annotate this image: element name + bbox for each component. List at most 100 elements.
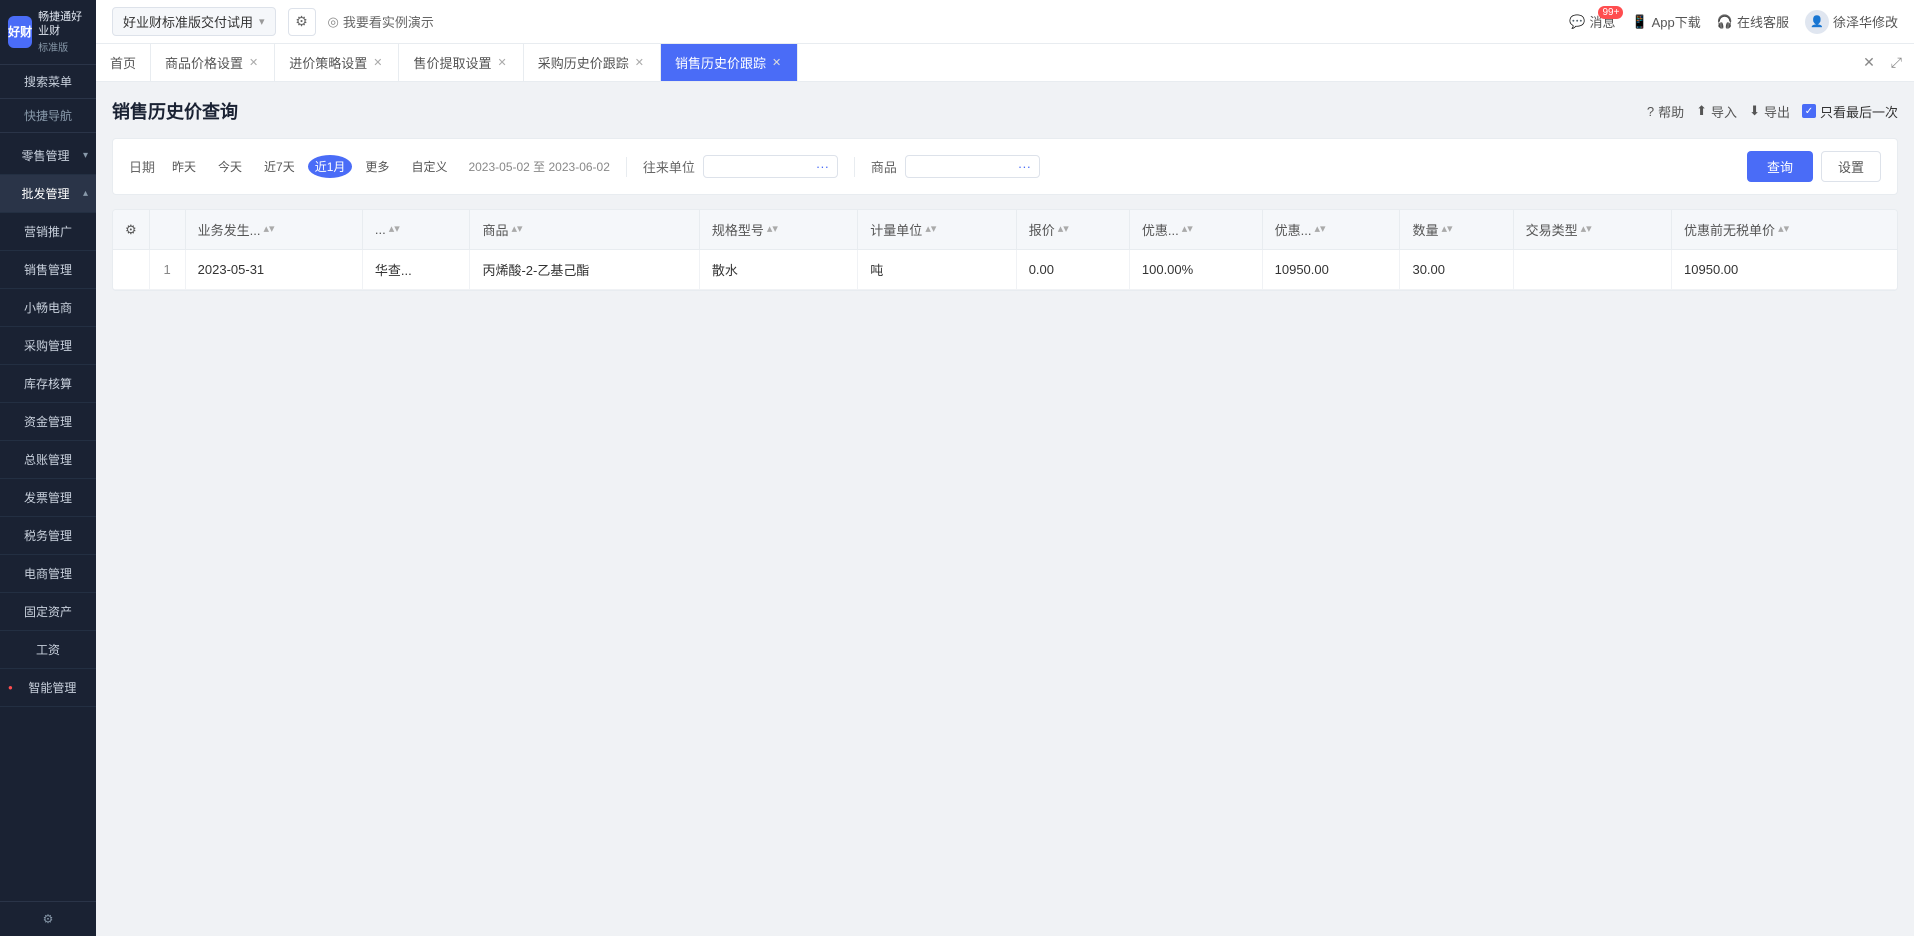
sidebar-logo: 好财 畅捷通好业财 标准版	[0, 0, 96, 65]
sidebar-item-salary[interactable]: 工资	[0, 631, 96, 669]
date-btn-more[interactable]: 更多	[356, 155, 398, 178]
col-pretax-price[interactable]: 优惠前无税单价 ▴▾	[1672, 210, 1897, 250]
row-product: 丙烯酸-2-乙基己酯	[470, 250, 699, 290]
product-more-icon[interactable]: ···	[1018, 159, 1031, 174]
sidebar-item-purchase[interactable]: 采购管理	[0, 327, 96, 365]
sidebar-search[interactable]: 搜索菜单	[0, 65, 96, 99]
settings-button[interactable]: 设置	[1821, 151, 1881, 182]
source-unit-input-wrap: ···	[703, 155, 838, 178]
col-quoted-price[interactable]: 报价 ▴▾	[1016, 210, 1129, 250]
tab-close-icon[interactable]: ✕	[496, 55, 509, 70]
tab-label: 商品价格设置	[165, 53, 243, 72]
tab-sales-history[interactable]: 销售历史价跟踪 ✕	[661, 44, 798, 82]
col-quantity[interactable]: 数量 ▴▾	[1400, 210, 1513, 250]
row-spec: 散水	[699, 250, 857, 290]
tab-close-icon[interactable]: ✕	[633, 55, 646, 70]
sidebar-item-ecommerce-small[interactable]: 小畅电商	[0, 289, 96, 327]
tab-price-settings[interactable]: 商品价格设置 ✕	[151, 44, 275, 82]
table-row[interactable]: 1 2023-05-31 华查... 丙烯酸-2-乙基己酯 散水 吨 0.00 …	[113, 250, 1897, 290]
import-button[interactable]: ⬆ 导入	[1696, 102, 1737, 121]
sidebar-item-assets[interactable]: 固定资产	[0, 593, 96, 631]
col-trade-type[interactable]: 交易类型 ▴▾	[1513, 210, 1671, 250]
date-filter-group: 日期 昨天 今天 近7天 近1月 更多 自定义 2023-05-02 至 202…	[129, 155, 610, 178]
only-last-checkbox[interactable]: ✓ 只看最后一次	[1802, 102, 1898, 121]
sidebar-item-retail[interactable]: 零售管理 ▾	[0, 137, 96, 175]
col-unit[interactable]: 计量单位 ▴▾	[858, 210, 1016, 250]
sidebar-item-tax[interactable]: 税务管理	[0, 517, 96, 555]
sort-icon: ▴▾	[511, 225, 522, 235]
row-trade-type	[1513, 250, 1671, 290]
date-filter-label: 日期	[129, 157, 155, 176]
demo-button[interactable]: ◎ 我要看实例演示	[328, 12, 434, 31]
filter-divider-2	[854, 157, 855, 177]
messages-button[interactable]: 💬 消息 99+	[1569, 12, 1615, 31]
date-btn-custom[interactable]: 自定义	[402, 155, 456, 178]
row-discount2: 10950.00	[1262, 250, 1400, 290]
app-download-label: App下载	[1652, 12, 1701, 31]
source-unit-input[interactable]	[712, 159, 812, 174]
sidebar-item-wholesale[interactable]: 批发管理 ▴	[0, 175, 96, 213]
sort-icon: ▴▾	[1182, 225, 1193, 235]
source-unit-label: 往来单位	[643, 157, 695, 176]
tab-close-icon[interactable]: ✕	[247, 55, 260, 70]
version-selector[interactable]: 好业财标准版交付试用 ▾	[112, 7, 276, 36]
sidebar-item-ecommerce[interactable]: 电商管理	[0, 555, 96, 593]
col-more[interactable]: ... ▴▾	[362, 210, 470, 250]
topbar-settings-icon[interactable]: ⚙	[288, 8, 316, 36]
user-menu[interactable]: 👤 徐泽华修改	[1805, 10, 1898, 34]
help-icon: ?	[1647, 104, 1654, 119]
sidebar-quick-nav[interactable]: 快捷导航	[0, 99, 96, 133]
tab-purchase-history[interactable]: 采购历史价跟踪 ✕	[524, 44, 661, 82]
sidebar-settings-button[interactable]: ⚙	[0, 901, 96, 936]
sort-icon: ▴▾	[1314, 225, 1325, 235]
filter-bar: 日期 昨天 今天 近7天 近1月 更多 自定义 2023-05-02 至 202…	[112, 138, 1898, 195]
sidebar-item-inventory[interactable]: 库存核算	[0, 365, 96, 403]
date-btn-yesterday[interactable]: 昨天	[163, 155, 205, 178]
help-button[interactable]: ? 帮助	[1647, 102, 1684, 121]
tab-close-icon[interactable]: ✕	[371, 55, 384, 70]
import-label: 导入	[1711, 102, 1737, 121]
col-business-date[interactable]: 业务发生... ▴▾	[185, 210, 362, 250]
sidebar-item-invoice[interactable]: 发票管理	[0, 479, 96, 517]
col-discount1[interactable]: 优惠... ▴▾	[1129, 210, 1262, 250]
sidebar-item-ledger[interactable]: 总账管理	[0, 441, 96, 479]
tab-sale-extract[interactable]: 售价提取设置 ✕	[399, 44, 523, 82]
export-button[interactable]: ⬇ 导出	[1749, 102, 1790, 121]
tab-close-window-icon[interactable]: ✕	[1859, 50, 1879, 75]
col-discount2[interactable]: 优惠... ▴▾	[1262, 210, 1400, 250]
data-table: ⚙ 业务发生... ▴▾ ... ▴▾	[113, 210, 1897, 290]
row-unit: 吨	[858, 250, 1016, 290]
col-spec[interactable]: 规格型号 ▴▾	[699, 210, 857, 250]
tab-purchase-strategy[interactable]: 进价策略设置 ✕	[275, 44, 399, 82]
col-product[interactable]: 商品 ▴▾	[470, 210, 699, 250]
row-settings[interactable]	[113, 250, 149, 290]
sidebar-item-finance[interactable]: 资金管理	[0, 403, 96, 441]
tab-maximize-icon[interactable]: ⤢	[1887, 50, 1906, 75]
online-service-button[interactable]: 🎧 在线客服	[1717, 12, 1789, 31]
tab-home[interactable]: 首页	[96, 44, 151, 82]
app-download-button[interactable]: 📱 App下载	[1631, 12, 1700, 31]
sidebar-item-sales[interactable]: 销售管理	[0, 251, 96, 289]
avatar: 👤	[1805, 10, 1829, 34]
logo-icon: 好财	[8, 16, 32, 48]
source-unit-more-icon[interactable]: ···	[816, 159, 829, 174]
chevron-up-icon: ▴	[83, 188, 88, 199]
product-input[interactable]	[914, 159, 1014, 174]
version-selector-text: 好业财标准版交付试用	[123, 12, 253, 31]
tab-close-icon[interactable]: ✕	[770, 55, 783, 70]
tab-label: 首页	[110, 53, 136, 72]
sidebar-item-marketing[interactable]: 营销推广	[0, 213, 96, 251]
query-button[interactable]: 查询	[1747, 151, 1813, 182]
demo-label: 我要看实例演示	[343, 12, 434, 31]
date-btn-7days[interactable]: 近7天	[255, 155, 304, 178]
row-quoted-price: 0.00	[1016, 250, 1129, 290]
sidebar-item-smart[interactable]: 智能管理	[0, 669, 96, 707]
row-pretax-price: 10950.00	[1672, 250, 1897, 290]
col-settings[interactable]: ⚙	[113, 210, 149, 250]
date-btn-1month[interactable]: 近1月	[308, 155, 353, 178]
app-icon: 📱	[1631, 14, 1647, 30]
date-btn-today[interactable]: 今天	[209, 155, 251, 178]
chevron-down-icon: ▾	[83, 150, 88, 161]
sort-icon: ▴▾	[389, 225, 400, 235]
col-num	[149, 210, 185, 250]
